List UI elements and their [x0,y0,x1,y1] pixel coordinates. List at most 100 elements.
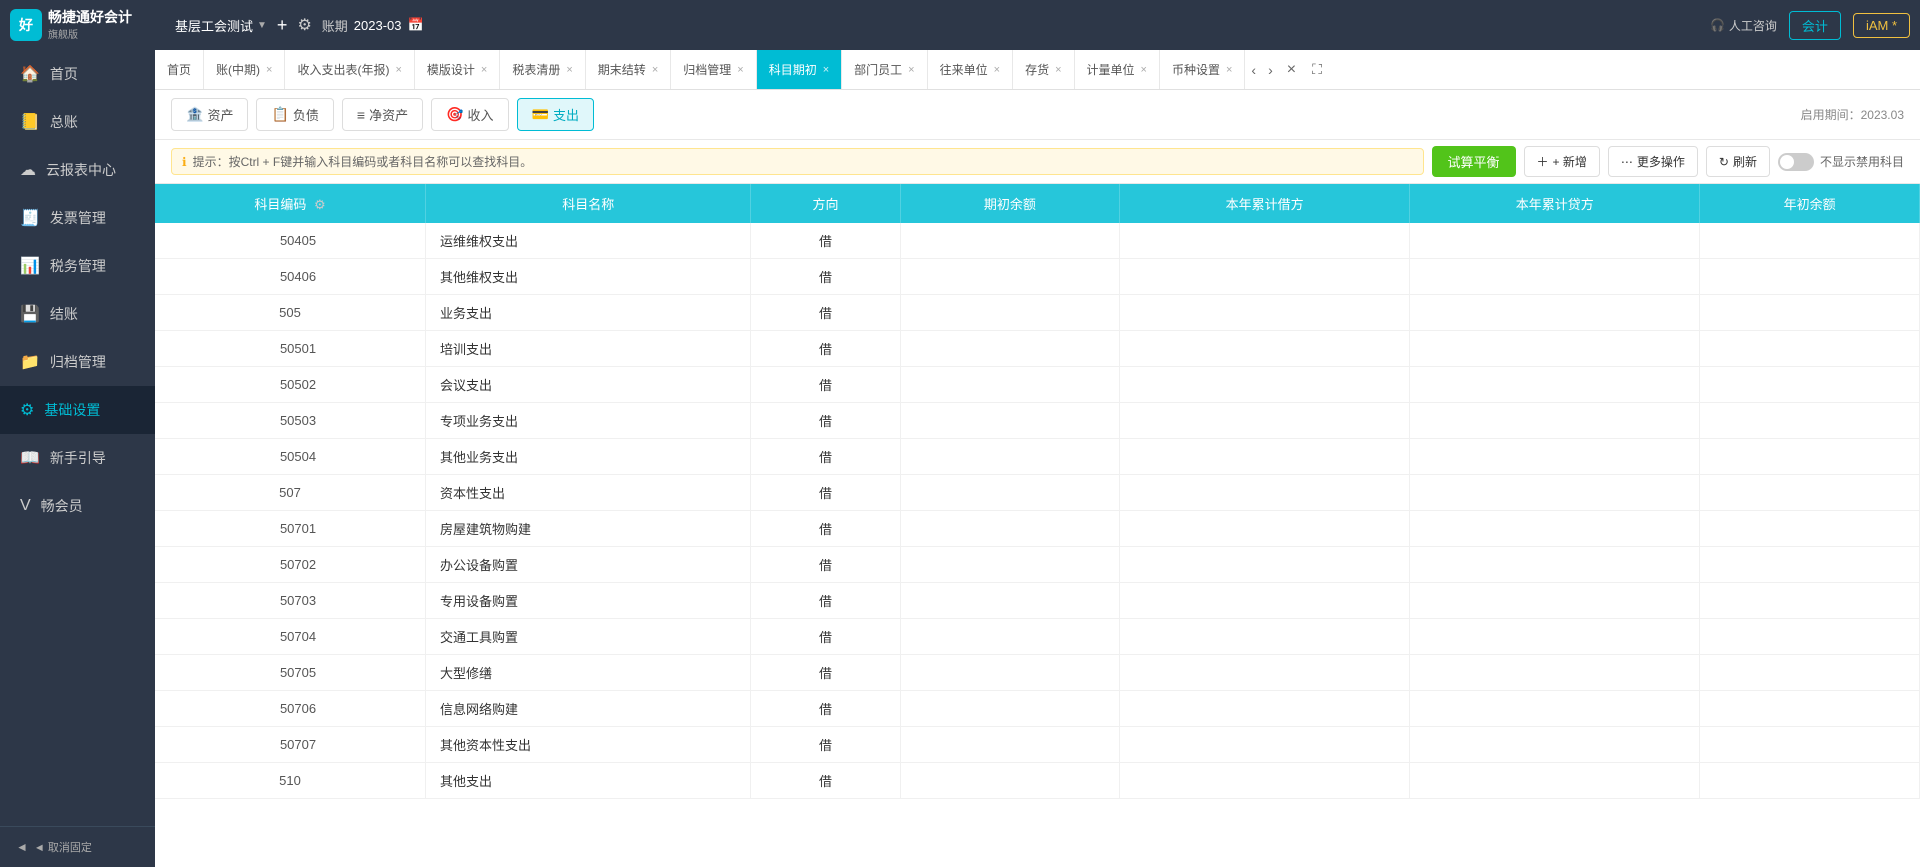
table-row[interactable]: 507资本性支出借 [155,475,1920,511]
calc-balance-button[interactable]: 试算平衡 [1432,146,1516,177]
tab-home[interactable]: 首页 [155,50,204,89]
tab-close-mid-period[interactable]: × [266,64,272,76]
sidebar-item-member[interactable]: V 畅会员 [0,482,155,530]
logo-area: 好 畅捷通好会计 旗舰版 [10,9,165,41]
cell-ytd-credit [1410,727,1700,763]
tab-inventory[interactable]: 存货 × [1013,50,1074,89]
table-row[interactable]: 50704交通工具购置借 [155,619,1920,655]
refresh-button[interactable]: ↻ 刷新 [1706,146,1770,177]
tab-dept-staff[interactable]: 部门员工 × [842,50,927,89]
cell-year-start-balance [1700,547,1920,583]
table-row[interactable]: 50405运维维权支出借 [155,223,1920,259]
tab-close-subject[interactable]: × [823,64,829,76]
tab-annual-report[interactable]: 收入支出表(年报) × [285,50,414,89]
category-tab-income[interactable]: 🎯 收入 [431,98,508,131]
cell-name: 信息网络购建 [426,691,751,727]
table-row[interactable]: 50707其他资本性支出借 [155,727,1920,763]
cell-ytd-debit [1120,439,1410,475]
table-row[interactable]: 50706信息网络购建借 [155,691,1920,727]
tab-contacts[interactable]: 往来单位 × [928,50,1013,89]
cell-ytd-debit [1120,475,1410,511]
col-settings-icon[interactable]: ⚙ [314,197,326,212]
cell-direction: 借 [751,655,900,691]
col-header-ytd-credit: 本年累计贷方 [1410,184,1700,223]
tab-close-tax[interactable]: × [566,64,572,76]
sidebar-item-basic-settings[interactable]: ⚙ 基础设置 [0,386,155,434]
company-name[interactable]: 基层工会测试 ▼ [175,16,267,35]
table-row[interactable]: 50703专用设备购置借 [155,583,1920,619]
toggle-disabled-accounts[interactable]: 不显示禁用科目 [1778,153,1904,171]
table-row[interactable]: 50705大型修缮借 [155,655,1920,691]
category-tab-net-assets[interactable]: ≡ 净资产 [342,98,423,131]
tab-close-archive[interactable]: × [737,64,743,76]
add-company-button[interactable]: + [277,15,288,36]
calendar-icon[interactable]: 📅 [408,17,424,33]
cell-ytd-credit [1410,223,1700,259]
tab-currency[interactable]: 币种设置 × [1160,50,1245,89]
tab-archive[interactable]: 归档管理 × [671,50,756,89]
table-row[interactable]: 50504其他业务支出借 [155,439,1920,475]
cell-ytd-debit [1120,295,1410,331]
sidebar-item-ledger[interactable]: 📒 总账 [0,98,155,146]
sidebar-item-tax[interactable]: 📊 税务管理 [0,242,155,290]
cell-year-start-balance [1700,763,1920,799]
sidebar-item-invoice[interactable]: 🧾 发票管理 [0,194,155,242]
tab-expand-button[interactable]: ⛶ [1304,50,1330,89]
sidebar-item-archive[interactable]: 📁 归档管理 [0,338,155,386]
tab-nav-next[interactable]: › [1262,50,1279,89]
col-header-code: 科目编码 ⚙ [155,184,426,223]
toggle-knob [1780,155,1794,169]
more-actions-button[interactable]: ⋯ 更多操作 [1608,146,1698,177]
table-row[interactable]: 50406其他维权支出借 [155,259,1920,295]
table-row[interactable]: 510其他支出借 [155,763,1920,799]
tab-close-all[interactable]: × [1279,50,1304,89]
table-body: 50405运维维权支出借50406其他维权支出借505业务支出借50501培训支… [155,223,1920,799]
col-header-year-start-balance: 年初余额 [1700,184,1920,223]
table-row[interactable]: 50503专项业务支出借 [155,403,1920,439]
tab-tax-list[interactable]: 税表清册 × [500,50,585,89]
tab-close-period-end[interactable]: × [652,64,658,76]
cell-direction: 借 [751,547,900,583]
category-tab-expense[interactable]: 💳 支出 [517,98,594,131]
settings-button[interactable]: ⚙ [297,15,311,35]
sidebar-item-reports[interactable]: ☁ 云报表中心 [0,146,155,194]
tab-close-contacts[interactable]: × [994,64,1000,76]
sidebar-item-guide[interactable]: 📖 新手引导 [0,434,155,482]
table-row[interactable]: 505业务支出借 [155,295,1920,331]
add-button[interactable]: ＋ + 新增 [1524,146,1600,177]
category-tab-liabilities[interactable]: 📋 负债 [256,98,333,131]
tab-close-template[interactable]: × [481,64,487,76]
customer-service-button[interactable]: 🎧 人工咨询 [1710,17,1777,34]
table-row[interactable]: 50702办公设备购置借 [155,547,1920,583]
tab-close-currency[interactable]: × [1226,64,1232,76]
account-button[interactable]: 会计 [1789,11,1841,40]
tab-close-unit[interactable]: × [1141,64,1147,76]
hint-icon: ℹ [182,155,187,169]
tab-close-inventory[interactable]: × [1055,64,1061,76]
tab-template-design[interactable]: 模版设计 × [415,50,500,89]
table-row[interactable]: 50701房屋建筑物购建借 [155,511,1920,547]
tab-mid-period[interactable]: 账(中期) × [204,50,285,89]
tab-subject-period[interactable]: 科目期初 × [757,50,842,89]
company-dropdown-arrow: ▼ [257,20,267,31]
sidebar-collapse-button[interactable]: ◄ ◄ 取消固定 [0,826,155,867]
tab-close-dept[interactable]: × [908,64,914,76]
cell-code: 50501 [155,331,426,367]
table-row[interactable]: 50502会议支出借 [155,367,1920,403]
tab-unit[interactable]: 计量单位 × [1075,50,1160,89]
cell-opening-balance [900,475,1120,511]
cell-direction: 借 [751,367,900,403]
tab-nav-prev[interactable]: ‹ [1245,50,1262,89]
cell-opening-balance [900,655,1120,691]
category-tab-assets[interactable]: 🏦 资产 [171,98,248,131]
cell-year-start-balance [1700,691,1920,727]
subject-table-container: 科目编码 ⚙ 科目名称 方向 期初余额 本年累计借方 本年累计贷方 年初余额 5… [155,184,1920,867]
sidebar-item-home[interactable]: 🏠 首页 [0,50,155,98]
table-row[interactable]: 50501培训支出借 [155,331,1920,367]
tab-close-annual-report[interactable]: × [395,64,401,76]
col-header-opening-balance: 期初余额 [900,184,1120,223]
sidebar-item-close-accounts[interactable]: 💾 结账 [0,290,155,338]
cell-code: 505 [155,295,426,331]
tab-period-end[interactable]: 期末结转 × [586,50,671,89]
toggle-switch[interactable] [1778,153,1814,171]
